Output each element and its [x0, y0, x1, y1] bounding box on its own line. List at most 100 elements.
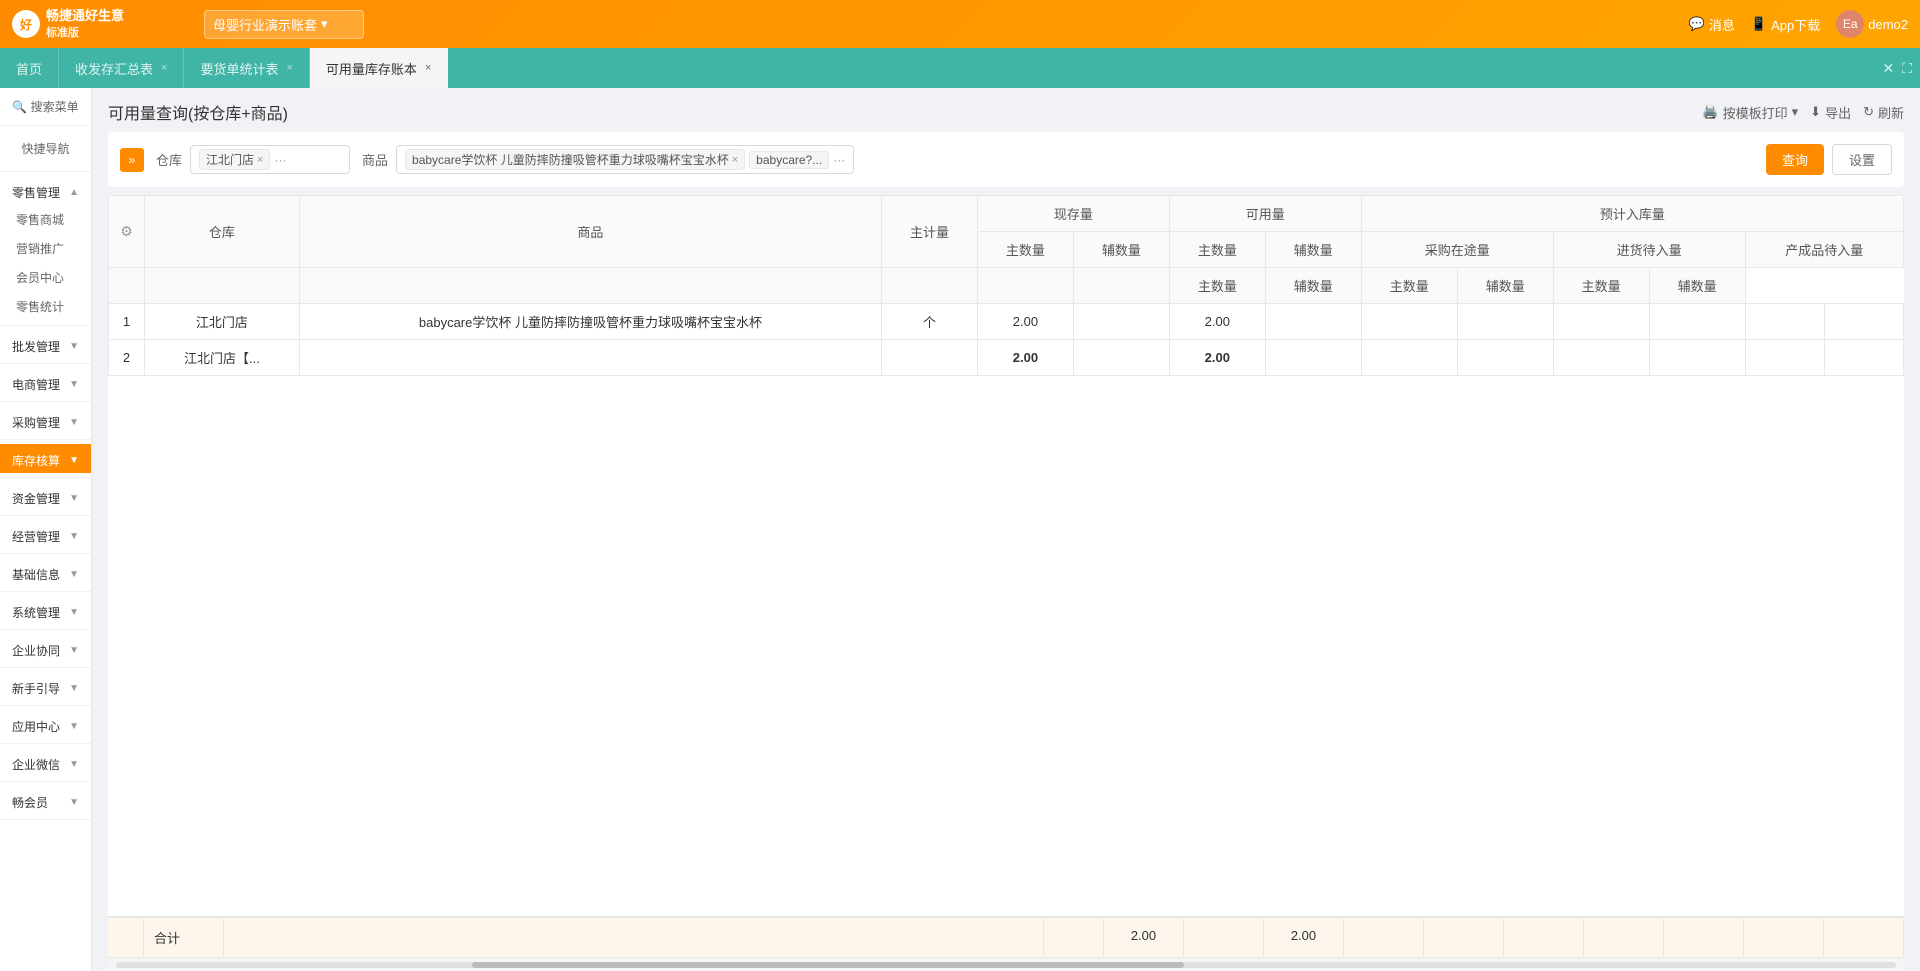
col-settings-header: ⚙ [109, 196, 145, 268]
message-button[interactable]: 💬 消息 [1689, 15, 1735, 34]
sidebar-group-ecommerce-title[interactable]: 电商管理 ▼ [0, 368, 91, 397]
sidebar-group-base: 基础信息 ▼ [0, 554, 91, 592]
print-button[interactable]: 🖨️ 按模板打印 ▾ [1702, 103, 1798, 122]
table-row: 2 江北门店【... 2.00 2.00 [109, 340, 1904, 376]
tab-home[interactable]: 首页 [0, 48, 59, 88]
sidebar-group-apps-title[interactable]: 应用中心 ▼ [0, 710, 91, 739]
scrollbar-area[interactable] [108, 957, 1904, 971]
tenant-selector[interactable]: 母婴行业演示账套 ▾ [204, 10, 364, 39]
footer-purchase-aux [1504, 918, 1584, 957]
sidebar-group-vip-title[interactable]: 畅会员 ▼ [0, 786, 91, 815]
sidebar-item-quick-nav[interactable]: 快捷导航 [0, 132, 91, 165]
filter-expand-button[interactable]: » [120, 148, 144, 172]
warehouse-input[interactable]: 江北门店 × ··· [190, 145, 350, 174]
row2-incoming-aux [1649, 340, 1745, 376]
export-icon: ⬇ [1810, 104, 1821, 120]
chevron-down-icon-apps: ▼ [69, 721, 79, 732]
col-unit-header: 主计量 [882, 196, 978, 268]
warehouse-tag-remove[interactable]: × [257, 154, 263, 166]
scrollbar-thumb[interactable] [472, 962, 1184, 968]
logo-text-block: 畅捷通好生意 标准版 [46, 8, 124, 40]
user-area[interactable]: Ea demo2 [1836, 10, 1908, 38]
refresh-button[interactable]: ↻ 刷新 [1863, 103, 1904, 122]
app-download-label: App下载 [1771, 15, 1820, 34]
tab-receive-summary[interactable]: 收发存汇总表 × [59, 48, 184, 88]
sidebar-group-purchase-title[interactable]: 采购管理 ▼ [0, 406, 91, 435]
query-button[interactable]: 查询 [1766, 144, 1824, 175]
sidebar-item-retail-mall[interactable]: 零售商城 [0, 205, 91, 234]
logo-area: 好 畅捷通好生意 标准版 [12, 8, 192, 40]
chevron-down-icon-collab: ▼ [69, 645, 79, 656]
page-header: 可用量查询(按仓库+商品) 🖨️ 按模板打印 ▾ ⬇ 导出 ↻ 刷新 [92, 88, 1920, 132]
row1-incoming-aux [1649, 304, 1745, 340]
sidebar-item-marketing[interactable]: 营销推广 [0, 234, 91, 263]
sidebar-item-members[interactable]: 会员中心 [0, 263, 91, 292]
product-tag-1-text: babycare学饮杯 儿童防摔防撞吸管杯重力球吸嘴杯宝宝水杯 [412, 151, 729, 168]
sidebar-group-operations: 经营管理 ▼ [0, 516, 91, 554]
tab-home-label: 首页 [16, 59, 42, 78]
row2-purchase-aux [1457, 340, 1553, 376]
tab-available-stock[interactable]: 可用量库存账本 × [310, 48, 448, 88]
sidebar-group-inventory-title[interactable]: 库存核算 ▼ [0, 444, 91, 473]
finished-aux-header: 辅数量 [1649, 268, 1745, 304]
sidebar-group-finance-title[interactable]: 资金管理 ▼ [0, 482, 91, 511]
gear-icon[interactable]: ⚙ [120, 223, 133, 239]
export-button[interactable]: ⬇ 导出 [1810, 103, 1851, 122]
table-header-row-3: 主数量 辅数量 主数量 辅数量 主数量 辅数量 [109, 268, 1904, 304]
chevron-up-icon: ▲ [69, 187, 79, 198]
close-window-button[interactable]: ✕ [1882, 60, 1894, 77]
export-label: 导出 [1825, 103, 1851, 122]
table-scroll[interactable]: ⚙ 仓库 商品 主计量 现存量 可用量 预计入库量 主数量 辅数量 [108, 195, 1904, 916]
footer-finished-main [1744, 918, 1824, 957]
sidebar-group-wechat-title[interactable]: 企业微信 ▼ [0, 748, 91, 777]
sidebar-group-base-title[interactable]: 基础信息 ▼ [0, 558, 91, 587]
sidebar-group-wholesale-title[interactable]: 批发管理 ▼ [0, 330, 91, 359]
row1-purchase-main [1361, 304, 1457, 340]
tenant-name: 母婴行业演示账套 [213, 15, 317, 34]
tab-order-stats-close[interactable]: × [286, 62, 292, 74]
empty-col-1 [109, 268, 145, 304]
row1-warehouse: 江北门店 [145, 304, 300, 340]
table-container: ⚙ 仓库 商品 主计量 现存量 可用量 预计入库量 主数量 辅数量 [108, 195, 1904, 971]
product-tag-1-remove[interactable]: × [732, 154, 738, 166]
collab-group-label: 企业协同 [12, 642, 60, 659]
footer-current-main: 2.00 [1104, 918, 1184, 957]
sidebar-group-guide-title[interactable]: 新手引导 ▼ [0, 672, 91, 701]
tab-receive-summary-close[interactable]: × [161, 62, 167, 74]
row2-current-main: 2.00 [977, 340, 1073, 376]
sidebar-item-retail-stats[interactable]: 零售统计 [0, 292, 91, 321]
avatar: Ea [1836, 10, 1864, 38]
filter-area: » 仓库 江北门店 × ··· 商品 babycare学饮杯 儿童防摔防撞吸管杯… [108, 132, 1904, 187]
empty-col-2 [145, 268, 300, 304]
current-main-qty-header: 主数量 [977, 232, 1073, 268]
product-tag-1: babycare学饮杯 儿童防摔防撞吸管杯重力球吸嘴杯宝宝水杯 × [405, 149, 745, 170]
retail-group-label: 零售管理 [12, 184, 60, 201]
sidebar-search[interactable]: 🔍 搜索菜单 [0, 88, 91, 126]
sidebar-group-collab-title[interactable]: 企业协同 ▼ [0, 634, 91, 663]
warehouse-filter: 仓库 江北门店 × ··· [156, 145, 350, 174]
sidebar-group-operations-title[interactable]: 经营管理 ▼ [0, 520, 91, 549]
tab-order-stats[interactable]: 要货单统计表 × [184, 48, 309, 88]
product-input[interactable]: babycare学饮杯 儿童防摔防撞吸管杯重力球吸嘴杯宝宝水杯 × babyca… [396, 145, 854, 174]
footer-spacer1 [108, 918, 144, 957]
sidebar-group-ecommerce: 电商管理 ▼ [0, 364, 91, 402]
sidebar-group-retail-title[interactable]: 零售管理 ▲ [0, 176, 91, 205]
app-download-button[interactable]: 📱 App下载 [1751, 15, 1820, 34]
footer-available-main: 2.00 [1264, 918, 1344, 957]
top-bar: 好 畅捷通好生意 标准版 母婴行业演示账套 ▾ 💬 消息 📱 App下载 Ea … [0, 0, 1920, 48]
col-planned-header: 预计入库量 [1361, 196, 1903, 232]
maximize-window-button[interactable]: ⛶ [1902, 60, 1912, 77]
warehouse-more-icon[interactable]: ··· [274, 153, 286, 167]
tab-available-stock-label: 可用量库存账本 [326, 59, 417, 78]
sidebar-group-system-title[interactable]: 系统管理 ▼ [0, 596, 91, 625]
table-row: 1 江北门店 babycare学饮杯 儿童防摔防撞吸管杯重力球吸嘴杯宝宝水杯 个… [109, 304, 1904, 340]
footer-incoming-main [1584, 918, 1664, 957]
tab-available-stock-close[interactable]: × [425, 62, 431, 74]
settings-button[interactable]: 设置 [1832, 144, 1892, 175]
finance-group-label: 资金管理 [12, 490, 60, 507]
product-more-icon[interactable]: ··· [833, 153, 845, 167]
warehouse-label: 仓库 [156, 150, 182, 169]
table-body: 1 江北门店 babycare学饮杯 儿童防摔防撞吸管杯重力球吸嘴杯宝宝水杯 个… [109, 304, 1904, 376]
finished-main-header: 主数量 [1553, 268, 1649, 304]
horizontal-scrollbar[interactable] [116, 962, 1896, 968]
